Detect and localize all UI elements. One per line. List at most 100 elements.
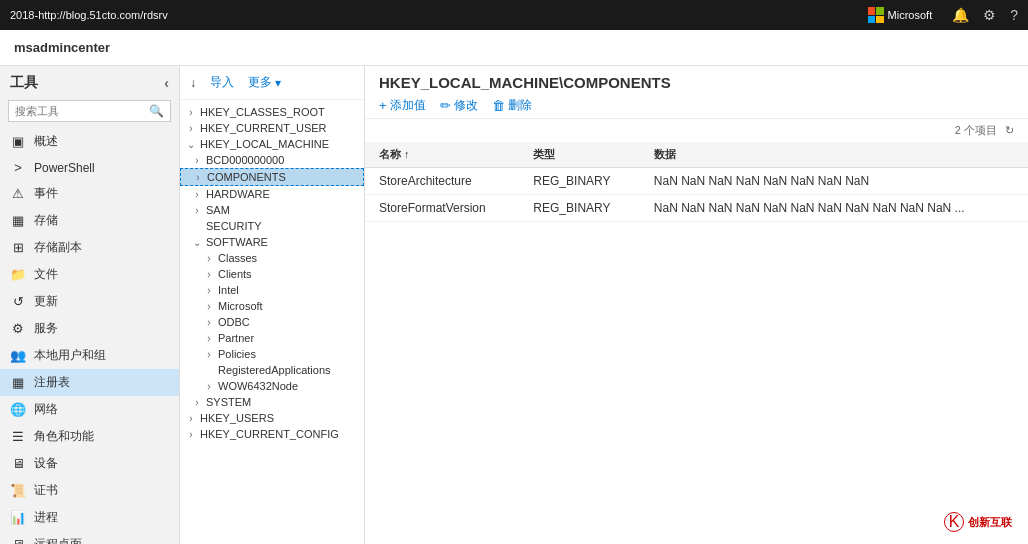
storage-icon: ▦ — [10, 213, 26, 228]
watermark-text: 创新互联 — [968, 515, 1012, 530]
tree-node-label: HKEY_CLASSES_ROOT — [200, 106, 325, 118]
topbar-title: 2018-http://blog.51cto.com/rdsrv — [10, 9, 868, 21]
refresh-icon[interactable]: ↻ — [1005, 124, 1014, 137]
cell-name: StoreFormatVersion — [365, 195, 519, 222]
search-input[interactable] — [15, 105, 149, 117]
network-icon: 🌐 — [10, 402, 26, 417]
overview-icon: ▣ — [10, 134, 26, 149]
chevron-icon: › — [202, 317, 216, 328]
tree-node-label: COMPONENTS — [207, 171, 286, 183]
tree-node-security[interactable]: SECURITY — [180, 218, 364, 234]
sidebar-item-label: 进程 — [34, 509, 58, 526]
tree-node-hkey-local-machine[interactable]: ⌄ HKEY_LOCAL_MACHINE — [180, 136, 364, 152]
chevron-icon: › — [184, 123, 198, 134]
import-button[interactable]: 导入 — [210, 74, 234, 91]
sidebar-item-registry[interactable]: ▦ 注册表 — [0, 369, 179, 396]
roles-icon: ☰ — [10, 429, 26, 444]
edit-icon: ✏ — [440, 98, 451, 113]
sidebar-item-local-users[interactable]: 👥 本地用户和组 — [0, 342, 179, 369]
tree-node-hkey-classes-root[interactable]: › HKEY_CLASSES_ROOT — [180, 104, 364, 120]
tree-node-policies[interactable]: › Policies — [180, 346, 364, 362]
tree-node-label: HARDWARE — [206, 188, 270, 200]
tree-node-odbc[interactable]: › ODBC — [180, 314, 364, 330]
sidebar-search-box[interactable]: 🔍 — [8, 100, 171, 122]
local-users-icon: 👥 — [10, 348, 26, 363]
tree-node-hkey-current-config[interactable]: › HKEY_CURRENT_CONFIG — [180, 426, 364, 442]
sidebar-item-roles[interactable]: ☰ 角色和功能 — [0, 423, 179, 450]
tree-node-components[interactable]: › COMPONENTS — [180, 168, 364, 186]
events-icon: ⚠ — [10, 186, 26, 201]
table-row[interactable]: StoreFormatVersion REG_BINARY NaN NaN Na… — [365, 195, 1028, 222]
sidebar-item-services[interactable]: ⚙ 服务 — [0, 315, 179, 342]
sidebar-item-storage[interactable]: ▦ 存储 — [0, 207, 179, 234]
sidebar-item-label: 证书 — [34, 482, 58, 499]
edit-button[interactable]: ✏ 修改 — [440, 97, 478, 114]
tree-node-label: Policies — [218, 348, 256, 360]
tree-node-hkey-current-user[interactable]: › HKEY_CURRENT_USER — [180, 120, 364, 136]
search-icon: 🔍 — [149, 104, 164, 118]
sidebar-item-label: 服务 — [34, 320, 58, 337]
sidebar-item-label: 本地用户和组 — [34, 347, 106, 364]
titlebar: msadmincenter — [0, 30, 1028, 66]
cell-data: NaN NaN NaN NaN NaN NaN NaN NaN — [640, 168, 1028, 195]
sidebar-item-label: 角色和功能 — [34, 428, 94, 445]
content-header: HKEY_LOCAL_MACHINE\COMPONENTS + 添加值 ✏ 修改… — [365, 66, 1028, 119]
chevron-icon: › — [202, 381, 216, 392]
tree-node-registered-apps[interactable]: RegisteredApplications — [180, 362, 364, 378]
sidebar: 工具 ‹ 🔍 ▣ 概述 > PowerShell ⚠ 事件 ▦ 存储 — [0, 66, 180, 544]
main-layout: 工具 ‹ 🔍 ▣ 概述 > PowerShell ⚠ 事件 ▦ 存储 — [0, 66, 1028, 544]
sidebar-item-events[interactable]: ⚠ 事件 — [0, 180, 179, 207]
col-data[interactable]: 数据 — [640, 142, 1028, 168]
processes-icon: 📊 — [10, 510, 26, 525]
tree-node-wow6432[interactable]: › WOW6432Node — [180, 378, 364, 394]
notification-icon[interactable]: 🔔 — [952, 7, 969, 23]
content-table-area: 名称 ↑ 类型 数据 StoreArchitecture REG_BINARY … — [365, 142, 1028, 544]
table-row[interactable]: StoreArchitecture REG_BINARY NaN NaN NaN… — [365, 168, 1028, 195]
cell-type: REG_BINARY — [519, 168, 639, 195]
tree-node-intel[interactable]: › Intel — [180, 282, 364, 298]
tree-node-clients[interactable]: › Clients — [180, 266, 364, 282]
tree-node-bcd000000000[interactable]: › BCD000000000 — [180, 152, 364, 168]
sidebar-item-label: PowerShell — [34, 161, 95, 175]
registry-tree[interactable]: › HKEY_CLASSES_ROOT › HKEY_CURRENT_USER … — [180, 100, 364, 544]
settings-icon[interactable]: ⚙ — [983, 7, 996, 23]
tree-node-label: WOW6432Node — [218, 380, 298, 392]
tree-node-microsoft[interactable]: › Microsoft — [180, 298, 364, 314]
sidebar-item-powershell[interactable]: > PowerShell — [0, 155, 179, 180]
add-value-button[interactable]: + 添加值 — [379, 97, 426, 114]
chevron-down-icon: ▾ — [275, 76, 281, 90]
sidebar-header: 工具 ‹ — [0, 66, 179, 100]
tree-node-hardware[interactable]: › HARDWARE — [180, 186, 364, 202]
sidebar-item-updates[interactable]: ↺ 更新 — [0, 288, 179, 315]
col-name[interactable]: 名称 ↑ — [365, 142, 519, 168]
tree-node-label: HKEY_USERS — [200, 412, 274, 424]
chevron-icon: › — [190, 189, 204, 200]
more-button[interactable]: 更多 ▾ — [248, 74, 281, 91]
sidebar-item-network[interactable]: 🌐 网络 — [0, 396, 179, 423]
tree-node-system[interactable]: › SYSTEM — [180, 394, 364, 410]
delete-button[interactable]: 🗑 删除 — [492, 97, 532, 114]
sidebar-collapse-icon[interactable]: ‹ — [164, 75, 169, 91]
tree-node-hkey-users[interactable]: › HKEY_USERS — [180, 410, 364, 426]
tree-node-software[interactable]: ⌄ SOFTWARE — [180, 234, 364, 250]
help-icon[interactable]: ? — [1010, 7, 1018, 23]
sidebar-item-certs[interactable]: 📜 证书 — [0, 477, 179, 504]
content-title: HKEY_LOCAL_MACHINE\COMPONENTS — [379, 74, 1014, 91]
sidebar-item-label: 更新 — [34, 293, 58, 310]
powershell-icon: > — [10, 160, 26, 175]
tree-node-classes[interactable]: › Classes — [180, 250, 364, 266]
col-type[interactable]: 类型 — [519, 142, 639, 168]
sidebar-item-remote-desktop[interactable]: 🖥 远程桌面 — [0, 531, 179, 544]
tree-node-partner[interactable]: › Partner — [180, 330, 364, 346]
sidebar-item-label: 注册表 — [34, 374, 70, 391]
sidebar-item-overview[interactable]: ▣ 概述 — [0, 128, 179, 155]
topbar-brand-name: Microsoft — [888, 9, 933, 21]
sidebar-title: 工具 — [10, 74, 38, 92]
sidebar-item-devices[interactable]: 🖥 设备 — [0, 450, 179, 477]
chevron-icon: › — [190, 205, 204, 216]
sidebar-item-processes[interactable]: 📊 进程 — [0, 504, 179, 531]
sidebar-item-storage-replica[interactable]: ⊞ 存储副本 — [0, 234, 179, 261]
sidebar-item-files[interactable]: 📁 文件 — [0, 261, 179, 288]
tree-node-sam[interactable]: › SAM — [180, 202, 364, 218]
tree-import-icon: ↓ — [190, 76, 196, 90]
